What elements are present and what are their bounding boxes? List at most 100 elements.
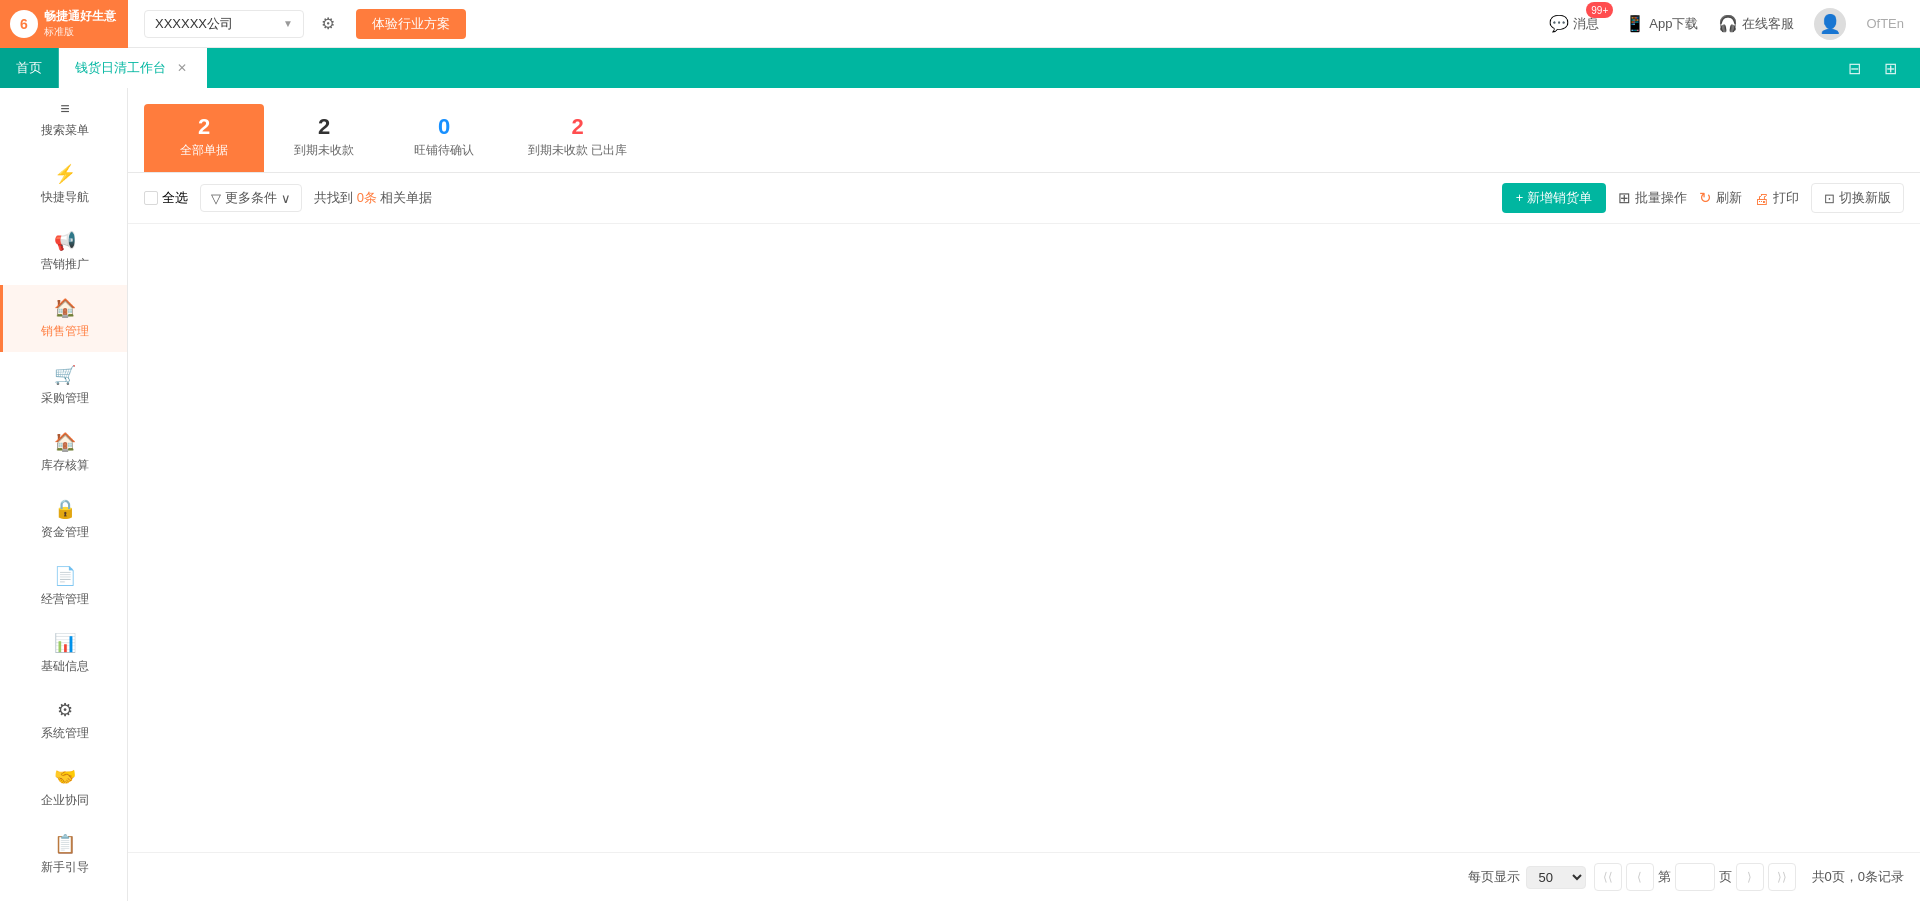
sidebar-quick-nav-label: 快捷导航 (41, 189, 89, 206)
sidebar-item-quick-nav[interactable]: ⚡ 快捷导航 (0, 151, 127, 218)
add-sale-btn[interactable]: + 新增销货单 (1502, 183, 1606, 213)
sidebar-item-system[interactable]: ⚙ 系统管理 (0, 687, 127, 754)
app-label: App下载 (1649, 15, 1698, 33)
content-inner: 2 全部单据 2 到期未收款 0 旺铺待确认 2 到期未收款 已出库 (128, 88, 1920, 901)
tab-home-label: 首页 (16, 59, 42, 77)
sidebar-collab-label: 企业协同 (41, 792, 89, 809)
search-menu-icon: ≡ (60, 100, 69, 118)
refresh-icon: ↻ (1699, 189, 1712, 207)
sidebar-marketing-label: 营销推广 (41, 256, 89, 273)
sidebar-item-marketing[interactable]: 📢 营销推广 (0, 218, 127, 285)
tab-close-icon[interactable]: ✕ (174, 60, 190, 76)
batch-ops-label: 批量操作 (1635, 189, 1687, 207)
print-icon: 🖨 (1754, 190, 1769, 207)
filter-icon: ▽ (211, 191, 221, 206)
sidebar-item-search[interactable]: ≡ 搜索菜单 (0, 88, 127, 151)
select-all-label: 全选 (162, 189, 188, 207)
user-avatar[interactable]: 👤 (1814, 8, 1846, 40)
pagination-bar: 每页显示 50 100 200 ⟨⟨ ⟨ 第 1 页 ⟩ ⟩⟩ 共0页 (128, 852, 1920, 901)
page-nav: ⟨⟨ ⟨ 第 1 页 ⟩ ⟩⟩ (1594, 863, 1796, 891)
page-size-select[interactable]: 50 100 200 (1526, 866, 1586, 889)
table-area (128, 224, 1920, 852)
tab-minimize-btn[interactable]: ⊟ (1840, 54, 1868, 82)
online-service-action[interactable]: 🎧 在线客服 (1718, 14, 1794, 33)
tab-sales-workbench[interactable]: 钱货日清工作台 ✕ (59, 48, 207, 88)
sidebar-item-sales[interactable]: 🏠 销售管理 (0, 285, 127, 352)
logo-area[interactable]: 6 畅捷通好生意 标准版 (0, 0, 128, 48)
filter-label: 更多条件 (225, 189, 277, 207)
logo-subtitle: 标准版 (44, 25, 116, 38)
sidebar-item-operations[interactable]: 📄 经营管理 (0, 553, 127, 620)
sidebar-item-collab[interactable]: 🤝 企业协同 (0, 754, 127, 821)
switch-icon: ⊡ (1824, 191, 1835, 206)
sidebar-sales-label: 销售管理 (41, 323, 89, 340)
marketing-icon: 📢 (54, 230, 76, 252)
settings-icon-btn[interactable]: ⚙ (312, 8, 344, 40)
sidebar-item-finance[interactable]: 🔒 资金管理 (0, 486, 127, 553)
company-selector[interactable]: XXXXXX公司 ▼ (144, 10, 304, 38)
user-name[interactable]: OfTEn (1866, 16, 1904, 31)
tab-sales-workbench-label: 钱货日清工作台 (75, 59, 166, 77)
sidebar-item-basic-info[interactable]: 📊 基础信息 (0, 620, 127, 687)
stat-tab-wangpu[interactable]: 0 旺铺待确认 (384, 104, 504, 172)
operations-icon: 📄 (54, 565, 76, 587)
service-icon: 🎧 (1718, 14, 1738, 33)
stat-all-label: 全部单据 (180, 142, 228, 159)
stat-tab-shipped[interactable]: 2 到期未收款 已出库 (504, 104, 651, 172)
select-all-checkbox[interactable]: 全选 (144, 189, 188, 207)
quick-nav-icon: ⚡ (54, 163, 76, 185)
company-name: XXXXXX公司 (155, 15, 277, 33)
sidebar-item-appstore[interactable]: 📦 应用中心 (0, 888, 127, 901)
experience-btn[interactable]: 体验行业方案 (356, 9, 466, 39)
logo-icon: 6 (10, 10, 38, 38)
last-page-btn[interactable]: ⟩⟩ (1768, 863, 1796, 891)
checkbox-icon (144, 191, 158, 205)
stat-overdue-number: 2 (318, 114, 330, 140)
tab-bar: 首页 钱货日清工作台 ✕ ⊟ ⊞ (0, 48, 1920, 88)
tab-home[interactable]: 首页 (0, 48, 59, 88)
sidebar-operations-label: 经营管理 (41, 591, 89, 608)
chevron-down-icon: ▼ (283, 18, 293, 29)
sidebar-finance-label: 资金管理 (41, 524, 89, 541)
stat-all-number: 2 (198, 114, 210, 140)
logo-title: 畅捷通好生意 (44, 9, 116, 25)
sidebar-search-label: 搜索菜单 (41, 122, 89, 139)
top-header: 6 畅捷通好生意 标准版 XXXXXX公司 ▼ ⚙ 体验行业方案 💬 消息 99… (0, 0, 1920, 48)
first-page-btn[interactable]: ⟨⟨ (1594, 863, 1622, 891)
stat-tab-overdue[interactable]: 2 到期未收款 (264, 104, 384, 172)
sales-icon: 🏠 (54, 297, 76, 319)
sidebar-basic-info-label: 基础信息 (41, 658, 89, 675)
app-icon: 📱 (1625, 14, 1645, 33)
batch-ops-icon: ⊞ (1618, 189, 1631, 207)
page-number-input[interactable]: 1 (1675, 863, 1715, 891)
user-avatar-icon: 👤 (1819, 13, 1841, 35)
message-icon: 💬 (1549, 14, 1569, 33)
total-info: 共0页，0条记录 (1812, 868, 1904, 886)
app-download-action[interactable]: 📱 App下载 (1625, 14, 1698, 33)
stat-tab-all[interactable]: 2 全部单据 (144, 104, 264, 172)
purchase-icon: 🛒 (54, 364, 76, 386)
sidebar-system-label: 系统管理 (41, 725, 89, 742)
filter-chevron-icon: ∨ (281, 191, 291, 206)
next-page-btn[interactable]: ⟩ (1736, 863, 1764, 891)
sidebar-item-newbie[interactable]: 📋 新手引导 (0, 821, 127, 888)
print-btn[interactable]: 🖨 打印 (1754, 189, 1799, 207)
refresh-btn[interactable]: ↻ 刷新 (1699, 189, 1742, 207)
message-action[interactable]: 💬 消息 99+ (1543, 10, 1605, 37)
tab-expand-btn[interactable]: ⊞ (1876, 54, 1904, 82)
basic-info-icon: 📊 (54, 632, 76, 654)
filter-btn[interactable]: ▽ 更多条件 ∨ (200, 184, 302, 212)
newbie-icon: 📋 (54, 833, 76, 855)
header-right: 💬 消息 99+ 📱 App下载 🎧 在线客服 👤 OfTEn (1543, 8, 1904, 40)
found-text: 共找到 0条 相关单据 (314, 189, 432, 207)
refresh-label: 刷新 (1716, 189, 1742, 207)
batch-ops-btn[interactable]: ⊞ 批量操作 (1618, 189, 1687, 207)
switch-version-btn[interactable]: ⊡ 切换新版 (1811, 183, 1904, 213)
sidebar-item-purchase[interactable]: 🛒 采购管理 (0, 352, 127, 419)
system-icon: ⚙ (57, 699, 73, 721)
page-suffix-text: 页 (1719, 868, 1732, 886)
sidebar-item-inventory[interactable]: 🏠 库存核算 (0, 419, 127, 486)
finance-icon: 🔒 (54, 498, 76, 520)
toolbar: 全选 ▽ 更多条件 ∨ 共找到 0条 相关单据 + 新增销货单 ⊞ 批量操 (128, 173, 1920, 224)
prev-page-btn[interactable]: ⟨ (1626, 863, 1654, 891)
